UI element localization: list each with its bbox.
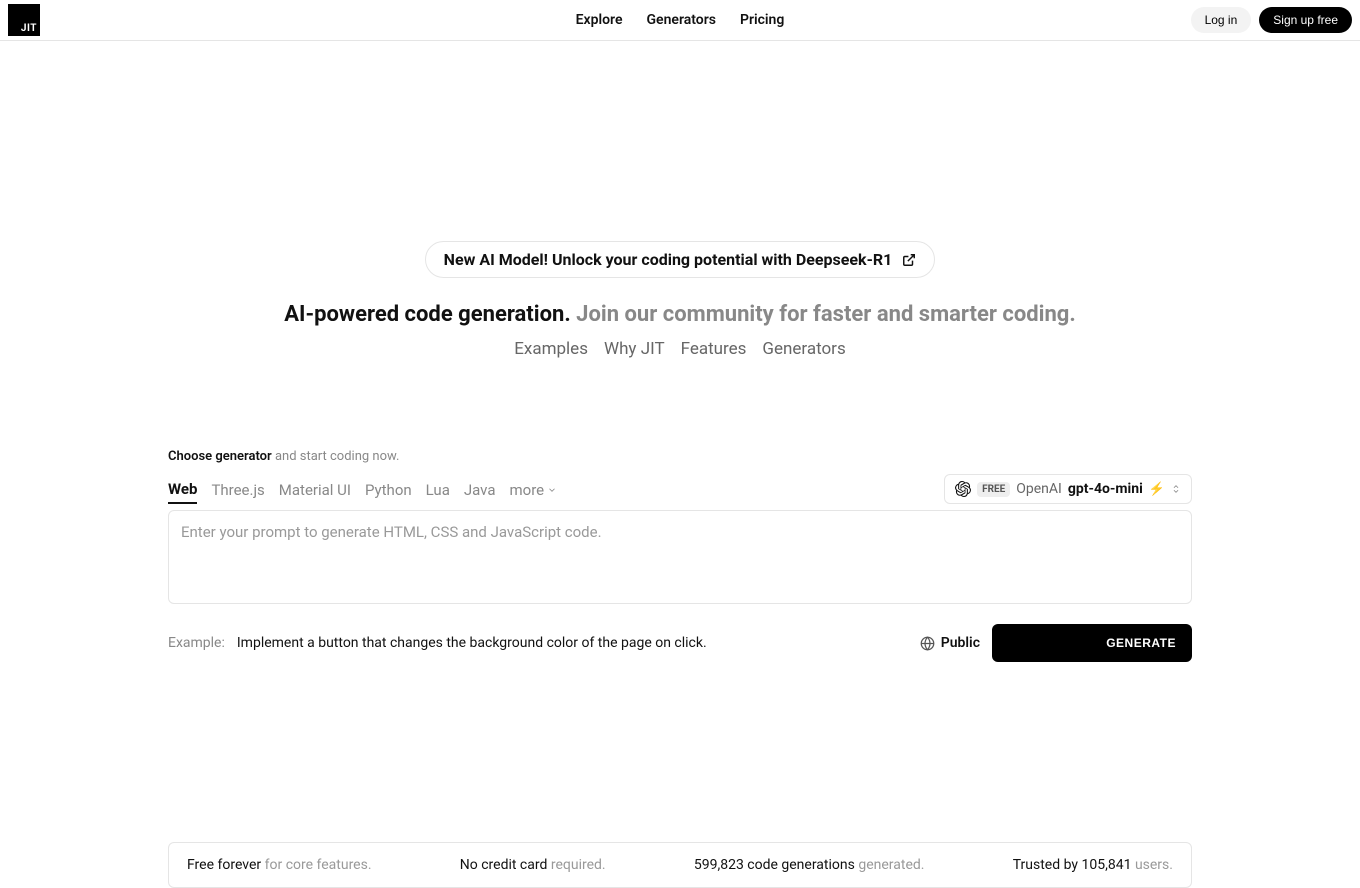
free-badge: FREE [977,482,1010,497]
generator-heading: Choose generator and start coding now. [168,449,1192,464]
nav-generators[interactable]: Generators [647,12,716,28]
below-row: Example: Implement a button that changes… [168,624,1192,662]
stat-users-muted: users. [1135,857,1173,873]
stat-users: Trusted by 105,841 users. [1013,857,1173,873]
generator-row: Web Three.js Material UI Python Lua Java… [168,474,1192,510]
logo[interactable]: JIT [8,4,40,36]
model-selector[interactable]: FREE OpenAI gpt-4o-mini ⚡ [944,474,1192,504]
generator-area: Choose generator and start coding now. W… [168,449,1192,662]
example-text[interactable]: Implement a button that changes the back… [237,635,707,651]
generator-tabs: Web Three.js Material UI Python Lua Java… [168,480,557,504]
stat-free-muted: for core features. [265,857,372,873]
tab-more[interactable]: more [510,481,558,503]
header: JIT Explore Generators Pricing Log in Si… [0,0,1360,41]
hero: New AI Model! Unlock your coding potenti… [0,241,1360,449]
visibility-label: Public [941,635,980,651]
prompt-input[interactable] [168,510,1192,604]
tab-materialui[interactable]: Material UI [279,481,351,503]
tab-threejs[interactable]: Three.js [211,481,264,503]
sublink-why[interactable]: Why JIT [604,339,665,359]
sublink-features[interactable]: Features [681,339,747,359]
nav-explore[interactable]: Explore [576,12,623,28]
globe-icon [920,636,935,651]
stat-gens-bold: 599,823 code generations [694,857,855,873]
sublink-generators[interactable]: Generators [762,339,845,359]
choose-sub: and start coding now. [275,449,399,464]
stat-free-bold: Free forever [187,857,261,873]
stat-gens: 599,823 code generations generated. [694,857,925,873]
tagline-sub: Join our community for faster and smarte… [576,302,1076,327]
model-name: gpt-4o-mini [1068,481,1143,497]
bolt-icon: ⚡ [1149,482,1165,497]
nav-center: Explore Generators Pricing [576,12,785,28]
signup-button[interactable]: Sign up free [1259,7,1352,33]
nav-pricing[interactable]: Pricing [740,12,784,28]
tab-java[interactable]: Java [464,481,496,503]
example-label: Example: [168,635,225,651]
stat-nocard: No credit card required. [460,857,606,873]
tab-more-label: more [510,481,545,499]
tagline: AI-powered code generation. Join our com… [284,302,1076,327]
generate-button[interactable]: GENERATE [992,624,1192,662]
announcement-text: New AI Model! Unlock your coding potenti… [444,250,893,269]
visibility-toggle[interactable]: Public [920,635,980,651]
chevron-down-icon [547,485,557,495]
tab-python[interactable]: Python [365,481,412,503]
stat-users-bold: Trusted by 105,841 [1013,857,1132,873]
tab-lua[interactable]: Lua [426,481,450,503]
stat-nocard-muted: required. [551,857,606,873]
stat-gens-muted: generated. [858,857,924,873]
stat-nocard-bold: No credit card [460,857,548,873]
sublink-examples[interactable]: Examples [514,339,588,359]
tagline-bold: AI-powered code generation. [284,302,570,327]
stats-bar: Free forever for core features. No credi… [168,842,1192,888]
announcement-pill[interactable]: New AI Model! Unlock your coding potenti… [425,241,936,278]
choose-label: Choose generator [168,449,272,464]
stat-free: Free forever for core features. [187,857,372,873]
login-button[interactable]: Log in [1191,7,1252,33]
chevrons-up-down-icon [1171,484,1181,494]
model-provider: OpenAI [1016,481,1062,497]
openai-icon [955,481,971,497]
tab-web[interactable]: Web [168,480,197,504]
sublinks: Examples Why JIT Features Generators [514,339,845,359]
nav-right: Log in Sign up free [1191,7,1352,33]
external-link-icon [902,253,916,267]
